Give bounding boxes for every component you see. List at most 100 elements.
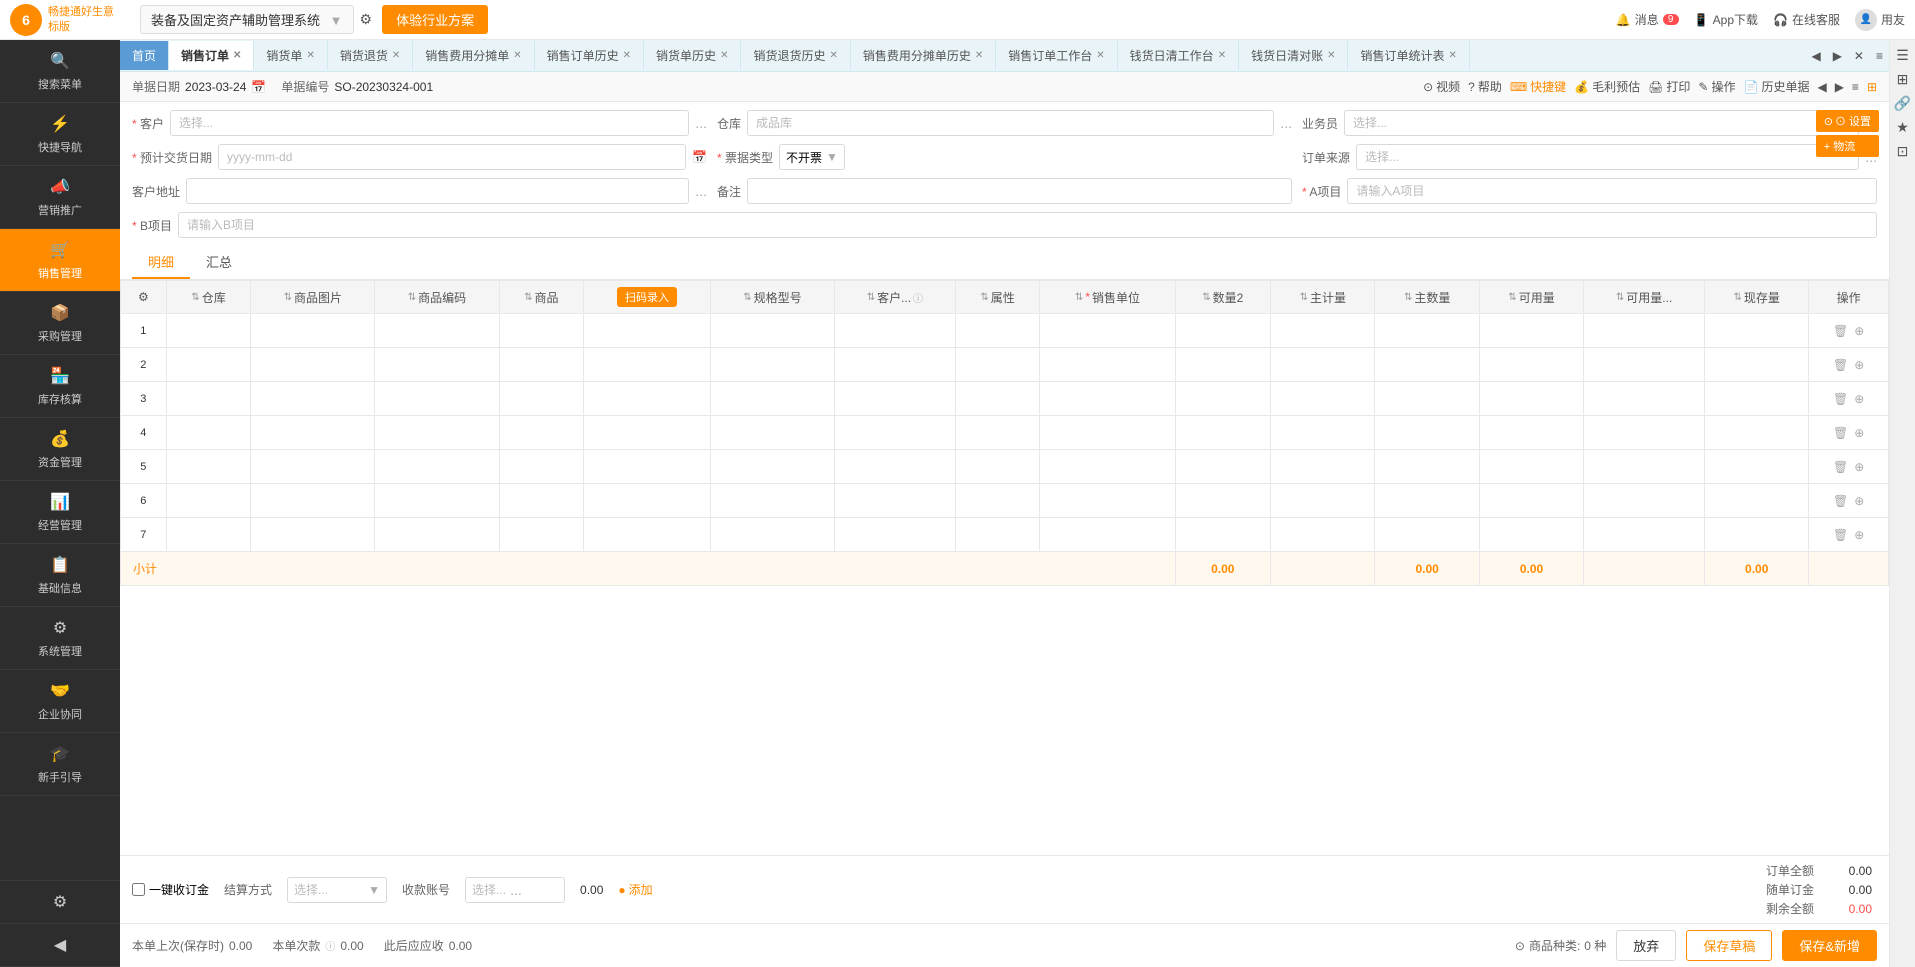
tab-detail[interactable]: 明细 <box>132 246 190 279</box>
delete-row-6[interactable]: 🗑 <box>1833 494 1848 508</box>
sidebar-item-enterprise[interactable]: 🤝 企业协同 <box>0 670 120 733</box>
th-attribute[interactable]: ⇅ 属性 <box>955 281 1040 314</box>
address-more-btn[interactable]: ... <box>695 183 707 199</box>
tab-sales-order-history[interactable]: 销售订单历史✕ <box>535 41 644 70</box>
th-product[interactable]: ⇅ 商品 <box>499 281 584 314</box>
sidebar-item-finance[interactable]: 💰 资金管理 <box>0 418 120 481</box>
right-panel-btn-1[interactable]: ☰ <box>1892 44 1914 66</box>
sidebar-item-search[interactable]: 🔍 搜索菜单 <box>0 40 120 103</box>
scan-btn[interactable]: 扫码录入 <box>617 287 677 307</box>
shortcut-btn[interactable]: ⌨ 快捷键 <box>1510 78 1566 95</box>
th-warehouse[interactable]: ⇅ 仓库 <box>166 281 251 314</box>
th-product-code[interactable]: ⇅ 商品编码 <box>375 281 499 314</box>
tab-close-sales-return-history[interactable]: ✕ <box>720 50 728 61</box>
receipt-more-btn[interactable]: ... <box>510 882 522 898</box>
add-logistics-btn[interactable]: + 物流 <box>1816 135 1879 157</box>
copy-row-7[interactable]: ⊕ <box>1854 528 1864 542</box>
list-view-icon[interactable]: ≡ <box>1852 80 1859 94</box>
sidebar-item-guide[interactable]: 🎓 新手引导 <box>0 733 120 796</box>
save-draft-btn[interactable]: 保存草稿 <box>1686 930 1772 961</box>
warehouse-input[interactable] <box>747 110 1274 136</box>
th-customer-code[interactable]: ⇅ 客户... ⓘ <box>834 281 955 314</box>
nav-next-icon[interactable]: ▶ <box>1835 80 1844 94</box>
sidebar-item-settings2[interactable]: ⚙ <box>0 881 120 924</box>
sidebar-item-marketing[interactable]: 📣 营销推广 <box>0 166 120 229</box>
discard-btn[interactable]: 放弃 <box>1616 930 1676 961</box>
sidebar-item-sales[interactable]: 🛒 销售管理 <box>0 229 120 292</box>
a-project-input[interactable] <box>1347 178 1877 204</box>
tab-sales-return-history[interactable]: 销货单历史✕ <box>644 41 741 70</box>
salesperson-input[interactable] <box>1344 110 1859 136</box>
sidebar-item-purchase[interactable]: 📦 采购管理 <box>0 292 120 355</box>
sidebar-item-operations[interactable]: 📊 经营管理 <box>0 481 120 544</box>
tab-summary[interactable]: 汇总 <box>190 246 248 279</box>
tab-prev-btn[interactable]: ◀ <box>1805 45 1826 67</box>
settings-form-btn[interactable]: ⊙ ⊙ 设置 <box>1816 110 1879 132</box>
history-btn[interactable]: 📄 历史单据 <box>1743 78 1809 95</box>
tab-next-btn[interactable]: ▶ <box>1827 45 1848 67</box>
tab-close-sales-fee-split[interactable]: ✕ <box>513 50 521 61</box>
th-main-qty[interactable]: ⇅ 主数量 <box>1375 281 1479 314</box>
delivery-date-input[interactable] <box>218 144 686 170</box>
receipt-account-select[interactable]: 选择... ... <box>465 877 565 903</box>
customer-more-btn[interactable]: ... <box>695 115 707 131</box>
print-btn[interactable]: 🖨 打印 <box>1648 78 1690 95</box>
copy-row-5[interactable]: ⊕ <box>1854 460 1864 474</box>
note-input[interactable] <box>747 178 1292 204</box>
copy-row-1[interactable]: ⊕ <box>1854 324 1864 338</box>
tab-close-sales-order-history[interactable]: ✕ <box>623 50 631 61</box>
th-available[interactable]: ⇅ 可用量 <box>1479 281 1583 314</box>
warehouse-more-btn[interactable]: ... <box>1280 115 1292 131</box>
delete-row-4[interactable]: 🗑 <box>1833 426 1848 440</box>
delivery-calendar-icon[interactable]: 📅 <box>692 150 707 164</box>
notification-btn[interactable]: 🔔 消息 9 <box>1616 11 1679 28</box>
invoice-type-select-wrap[interactable]: 不开票 ▼ <box>779 144 845 170</box>
add-btn[interactable]: ● 添加 <box>618 881 652 898</box>
b-project-input[interactable] <box>178 212 1877 238</box>
help-icon[interactable]: ⓘ <box>325 938 335 953</box>
tab-sales-fee-split[interactable]: 销售费用分摊单✕ <box>413 41 534 70</box>
user-btn[interactable]: 👤 用友 <box>1855 9 1905 31</box>
tab-receivable-reconcile[interactable]: 钱货日清对账✕ <box>1239 41 1348 70</box>
th-settings[interactable]: ⚙ <box>121 281 167 314</box>
calendar-icon[interactable]: 📅 <box>251 80 266 94</box>
settings-icon[interactable]: ⚙ <box>360 11 373 28</box>
sidebar-item-system[interactable]: ⚙ 系统管理 <box>0 607 120 670</box>
customer-input[interactable] <box>170 110 689 136</box>
tab-close-sales-refund[interactable]: ✕ <box>392 50 400 61</box>
customer-address-input[interactable] <box>186 178 689 204</box>
nav-prev-icon[interactable]: ◀ <box>1817 80 1826 94</box>
th-product-image[interactable]: ⇅ 商品图片 <box>251 281 375 314</box>
tab-close-sales-order[interactable]: ✕ <box>233 50 241 61</box>
help-btn[interactable]: ? 帮助 <box>1468 78 1502 95</box>
save-new-btn[interactable]: 保存&新增 <box>1782 930 1877 961</box>
tab-close-receivable-reconcile[interactable]: ✕ <box>1327 50 1335 61</box>
app-download-btn[interactable]: 📱 App下载 <box>1694 11 1758 28</box>
th-spec[interactable]: ⇅ 规格型号 <box>710 281 834 314</box>
sidebar-item-base-info[interactable]: 📋 基础信息 <box>0 544 120 607</box>
tab-sales-fee-split-history[interactable]: 销售费用分摊单历史✕ <box>851 41 996 70</box>
grid-view-icon[interactable]: ⊞ <box>1867 80 1877 94</box>
tab-sales-summary[interactable]: 销售订单统计表✕ <box>1348 41 1469 70</box>
delete-row-1[interactable]: 🗑 <box>1833 324 1848 338</box>
delete-row-5[interactable]: 🗑 <box>1833 460 1848 474</box>
delete-row-2[interactable]: 🗑 <box>1833 358 1848 372</box>
sidebar-item-inventory[interactable]: 🏪 库存核算 <box>0 355 120 418</box>
th-sales-unit[interactable]: ⇅ *销售单位 <box>1040 281 1175 314</box>
right-panel-btn-2[interactable]: ⊞ <box>1892 68 1914 90</box>
industry-btn[interactable]: 体验行业方案 <box>382 5 488 34</box>
right-panel-btn-4[interactable]: ★ <box>1892 116 1914 138</box>
tab-receivable-workbench[interactable]: 钱货日清工作台✕ <box>1118 41 1239 70</box>
copy-row-2[interactable]: ⊕ <box>1854 358 1864 372</box>
th-available2[interactable]: ⇅ 可用量... <box>1584 281 1705 314</box>
tab-close-receivable-workbench[interactable]: ✕ <box>1218 50 1226 61</box>
tab-close-sales-summary[interactable]: ✕ <box>1449 50 1457 61</box>
tab-home[interactable]: 首页 <box>120 41 169 70</box>
right-panel-btn-5[interactable]: ⊡ <box>1892 140 1914 162</box>
view-video-btn[interactable]: ⊙ 视频 <box>1423 78 1460 95</box>
order-source-input[interactable] <box>1356 144 1859 170</box>
tab-close-sales-order-workbench[interactable]: ✕ <box>1096 50 1104 61</box>
tab-close-all-btn[interactable]: ✕ <box>1848 45 1870 67</box>
tab-sales-order-workbench[interactable]: 销售订单工作台✕ <box>996 41 1117 70</box>
tab-sales-return[interactable]: 销货单✕ <box>254 41 327 70</box>
